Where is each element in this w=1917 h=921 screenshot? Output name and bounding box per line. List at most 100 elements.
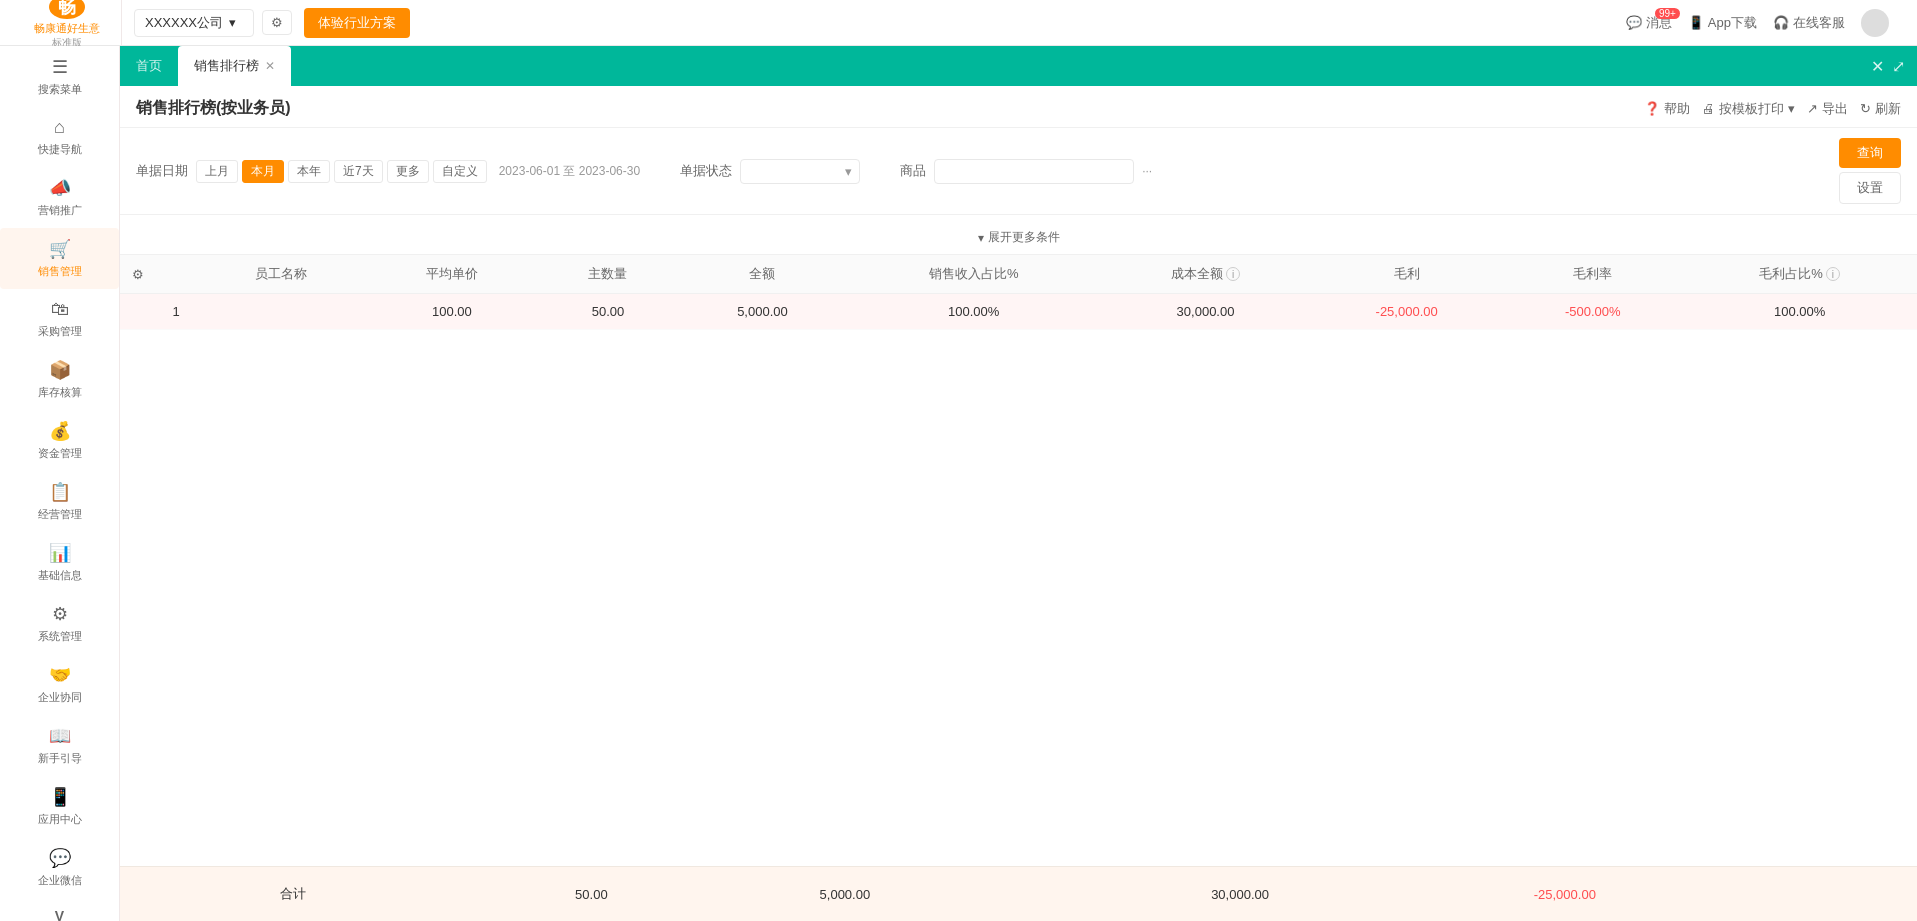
query-button[interactable]: 查询 (1839, 138, 1901, 168)
th-sales-pct: 销售收入占比% (846, 255, 1101, 294)
cost-info-icon[interactable]: i (1226, 267, 1240, 281)
sidebar-item-wechat[interactable]: 💬 企业微信 (0, 837, 119, 898)
sidebar-item-operations[interactable]: 📋 经营管理 (0, 471, 119, 532)
last-7days-btn[interactable]: 近7天 (334, 160, 383, 183)
refresh-icon: ↻ (1860, 101, 1871, 116)
message-badge: 99+ (1655, 8, 1680, 19)
search-icon: ☰ (52, 56, 68, 78)
row-rank: 1 (156, 294, 196, 330)
tab-home[interactable]: 首页 (120, 46, 178, 86)
sidebar-item-label: 营销推广 (38, 203, 82, 218)
table-container: ⚙ 员工名称 平均单价 主数量 全额 销售收入占比% 成本全额 (120, 255, 1917, 866)
box-icon: 📦 (49, 359, 71, 381)
footer-sales-pct (989, 877, 1082, 911)
expand-button[interactable]: ▾ 展开更多条件 (966, 225, 1072, 250)
chevron-down-icon: ▾ (1788, 101, 1795, 116)
avatar[interactable] (1861, 9, 1889, 37)
footer-total-row: 合计 50.00 5,000.00 30,000.00 -25,000.00 (120, 877, 1917, 911)
footer-quantity: 50.00 (482, 877, 701, 911)
tab-bar: 首页 销售排行榜 ✕ ✕ ⤢ (120, 46, 1917, 86)
sidebar-item-purchase[interactable]: 🛍 采购管理 (0, 289, 119, 349)
this-month-btn[interactable]: 本月 (242, 160, 284, 183)
close-window-icon[interactable]: ✕ (1871, 57, 1884, 76)
sidebar-item-apps[interactable]: 📱 应用中心 (0, 776, 119, 837)
export-icon: ↗ (1807, 101, 1818, 116)
vip-icon: V (55, 908, 64, 921)
date-label: 单据日期 (136, 162, 188, 180)
chart-icon: 📊 (49, 542, 71, 564)
sidebar-item-label: 应用中心 (38, 812, 82, 827)
company-selector[interactable]: XXXXXX公司 ▾ (134, 9, 254, 37)
sidebar-item-vip[interactable]: V 畅会员 (0, 898, 119, 921)
refresh-label: 刷新 (1875, 100, 1901, 118)
megaphone-icon: 📣 (49, 177, 71, 199)
footer-amount: 5,000.00 (701, 877, 989, 911)
money-icon: 💰 (49, 420, 71, 442)
last-month-btn[interactable]: 上月 (196, 160, 238, 183)
online-service-button[interactable]: 🎧 在线客服 (1773, 14, 1845, 32)
app-download-button[interactable]: 📱 App下载 (1688, 14, 1757, 32)
sidebar-item-label: 系统管理 (38, 629, 82, 644)
sidebar-item-enterprise[interactable]: 🤝 企业协同 (0, 654, 119, 715)
industry-btn[interactable]: 体验行业方案 (304, 8, 410, 38)
this-year-btn[interactable]: 本年 (288, 160, 330, 183)
sidebar-item-basics[interactable]: 📊 基础信息 (0, 532, 119, 593)
sidebar-item-label: 快捷导航 (38, 142, 82, 157)
tab-close-icon[interactable]: ✕ (265, 59, 275, 73)
sidebar-item-guide[interactable]: 📖 新手引导 (0, 715, 119, 776)
sidebar-item-label: 企业协同 (38, 690, 82, 705)
help-button[interactable]: ❓ 帮助 (1644, 100, 1690, 118)
footer-cost: 30,000.00 (1082, 877, 1398, 911)
sidebar-item-inventory[interactable]: 📦 库存核算 (0, 349, 119, 410)
sidebar-item-finance[interactable]: 💰 资金管理 (0, 410, 119, 471)
footer-profit-rate (1731, 877, 1824, 911)
sidebar-item-shortcuts[interactable]: ⌂ 快捷导航 (0, 107, 119, 167)
row-profit-pct: 100.00% (1682, 294, 1917, 330)
refresh-button[interactable]: ↻ 刷新 (1860, 100, 1901, 118)
chevron-down-icon: ▾ (229, 15, 236, 30)
export-button[interactable]: ↗ 导出 (1807, 100, 1848, 118)
th-cost: 成本全额 i (1101, 255, 1310, 294)
goods-filter: 商品 ··· (900, 159, 1152, 184)
row-name (196, 294, 367, 330)
status-select[interactable] (740, 159, 860, 184)
profit-pct-info-icon[interactable]: i (1826, 267, 1840, 281)
filter-section: 单据日期 上月 本月 本年 近7天 更多 自定义 2023-06-01 至 20… (120, 128, 1917, 215)
table-row: 1 100.00 50.00 5,000.00 100.00% 30,000.0… (120, 294, 1917, 330)
book-icon: 📖 (49, 725, 71, 747)
gear-button[interactable]: ⚙ (262, 10, 292, 35)
sidebar-item-label: 采购管理 (38, 324, 82, 339)
th-profit-rate: 毛利率 (1503, 255, 1682, 294)
action-buttons: 查询 设置 (1839, 138, 1901, 204)
row-cost: 30,000.00 (1101, 294, 1310, 330)
help-label: 帮助 (1664, 100, 1690, 118)
print-icon: 🖨 (1702, 101, 1715, 116)
goods-input[interactable] (934, 159, 1134, 184)
page-header: 销售排行榜(按业务员) ❓ 帮助 🖨 按模板打印 ▾ ↗ 导出 (120, 86, 1917, 128)
sidebar-item-marketing[interactable]: 📣 营销推广 (0, 167, 119, 228)
date-filter: 单据日期 上月 本月 本年 近7天 更多 自定义 2023-06-01 至 20… (136, 160, 640, 183)
logo-text: 畅康通好生意 (34, 21, 100, 36)
sidebar-item-search[interactable]: ☰ 搜索菜单 (0, 46, 119, 107)
template-print-button[interactable]: 🖨 按模板打印 ▾ (1702, 100, 1795, 118)
mobile-icon: 📱 (49, 786, 71, 808)
more-dates-btn[interactable]: 更多 (387, 160, 429, 183)
th-profit-pct-inner: 毛利占比% i (1694, 265, 1905, 283)
row-profit-rate: -500.00% (1503, 294, 1682, 330)
goods-label: 商品 (900, 162, 926, 180)
goods-more-link[interactable]: ··· (1142, 164, 1152, 178)
custom-date-btn[interactable]: 自定义 (433, 160, 487, 183)
sidebar-item-sales[interactable]: 🛒 销售管理 (0, 228, 119, 289)
settings-button[interactable]: 设置 (1839, 172, 1901, 204)
expand-area: ▾ 展开更多条件 (120, 215, 1917, 255)
status-label: 单据状态 (680, 162, 732, 180)
date-range-buttons: 上月 本月 本年 近7天 更多 自定义 (196, 160, 487, 183)
message-button[interactable]: 💬 消息 99+ (1626, 14, 1672, 32)
restore-window-icon[interactable]: ⤢ (1892, 57, 1905, 76)
tab-home-label: 首页 (136, 57, 162, 75)
sidebar-item-system[interactable]: ⚙ 系统管理 (0, 593, 119, 654)
tab-sales-ranking[interactable]: 销售排行榜 ✕ (178, 46, 291, 86)
th-settings: ⚙ (120, 255, 156, 294)
main-area: ☰ 搜索菜单 ⌂ 快捷导航 📣 营销推广 🛒 销售管理 🛍 采购管理 📦 库 (0, 46, 1917, 921)
settings-icon[interactable]: ⚙ (132, 267, 144, 282)
